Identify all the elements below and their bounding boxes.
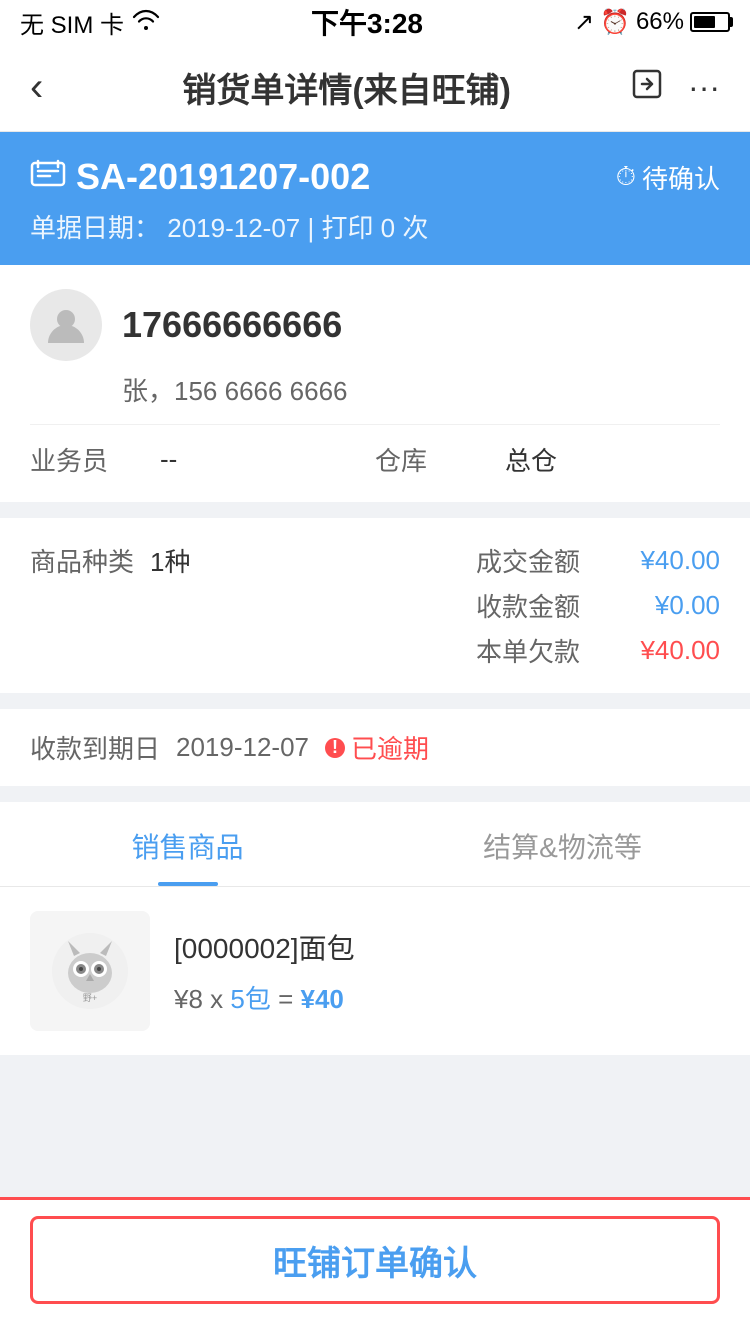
- summary-section: 商品种类 1种 成交金额 ¥40.00 收款金额 ¥0.00 本单欠款 ¥40.…: [0, 518, 750, 693]
- customer-name: 张，156 6666 6666: [30, 371, 720, 408]
- warehouse-label: 仓库: [375, 441, 495, 478]
- sales-value: --: [160, 444, 177, 475]
- product-thumbnail: 野+: [30, 911, 150, 1031]
- divider: [30, 424, 720, 425]
- status-right: ↗ ⏰ 66%: [574, 8, 730, 37]
- avatar: [30, 289, 102, 361]
- owed-row: 本单欠款 ¥40.00: [476, 632, 720, 669]
- battery-icon: [690, 12, 730, 32]
- due-section: 收款到期日 2019-12-07 ! 已逾期: [0, 709, 750, 786]
- order-icon: [30, 156, 66, 198]
- confirm-order-button[interactable]: 旺铺订单确认: [30, 1216, 720, 1304]
- received-label: 收款金额: [476, 587, 580, 624]
- status-left: 无 SIM 卡: [20, 5, 160, 40]
- customer-row: 17666666666: [30, 289, 720, 361]
- confirm-button-area: 旺铺订单确认: [0, 1197, 750, 1334]
- type-value: 1种: [150, 542, 190, 579]
- confirm-button-label: 旺铺订单确认: [273, 1236, 477, 1285]
- order-date: 2019-12-07: [167, 213, 300, 243]
- product-name: [0000002]面包: [174, 927, 720, 967]
- received-row: 收款金额 ¥0.00: [476, 587, 720, 624]
- order-header-top: SA-20191207-002 ⏱ 待确认: [30, 156, 720, 198]
- alarm-icon: ⏰: [600, 8, 630, 37]
- share-button[interactable]: [630, 67, 664, 109]
- overdue-icon: !: [325, 738, 345, 758]
- tab-settlement-label: 结算&物流等: [483, 832, 642, 863]
- more-button[interactable]: ···: [688, 69, 720, 106]
- product-qty: 5包: [230, 984, 270, 1014]
- nav-actions: ···: [630, 67, 720, 109]
- status-time: 下午3:28: [311, 2, 423, 42]
- product-section: 野+ [0000002]面包 ¥8 x 5包 = ¥40: [0, 887, 750, 1055]
- warehouse-group: 仓库 总仓: [375, 441, 720, 478]
- overdue-badge: ! 已逾期: [325, 729, 429, 766]
- tab-settlement[interactable]: 结算&物流等: [375, 802, 750, 886]
- order-id: SA-20191207-002: [30, 156, 370, 198]
- amount-row: 成交金额 ¥40.00: [476, 542, 720, 579]
- carrier-text: 无 SIM 卡: [20, 5, 124, 40]
- tab-products-label: 销售商品: [131, 832, 243, 863]
- received-value: ¥0.00: [600, 590, 720, 621]
- tabs-header: 销售商品 结算&物流等: [0, 802, 750, 887]
- product-total: ¥40: [301, 984, 344, 1014]
- svg-text:野+: 野+: [83, 993, 97, 1003]
- type-label: 商品种类: [30, 542, 134, 579]
- customer-info-row: 业务员 -- 仓库 总仓: [30, 441, 720, 478]
- order-status: ⏱ 待确认: [616, 159, 720, 196]
- summary-right: 成交金额 ¥40.00 收款金额 ¥0.00 本单欠款 ¥40.00: [476, 542, 720, 669]
- price-unit: ¥8: [174, 984, 203, 1014]
- due-date: 2019-12-07: [176, 732, 309, 763]
- tabs-section: 销售商品 结算&物流等: [0, 802, 750, 1055]
- back-button[interactable]: ‹: [30, 65, 43, 110]
- product-item: 野+ [0000002]面包 ¥8 x 5包 = ¥40: [30, 911, 720, 1031]
- status-bar: 无 SIM 卡 下午3:28 ↗ ⏰ 66%: [0, 0, 750, 44]
- status-clock-icon: ⏱: [616, 161, 636, 193]
- order-meta: 单据日期： 2019-12-07 | 打印 0 次: [30, 208, 720, 245]
- product-price: ¥8 x 5包 = ¥40: [174, 979, 720, 1016]
- warehouse-value: 总仓: [505, 441, 557, 478]
- owed-value: ¥40.00: [600, 635, 720, 666]
- order-header: SA-20191207-002 ⏱ 待确认 单据日期： 2019-12-07 |…: [0, 132, 750, 265]
- sales-label: 业务员: [30, 441, 150, 478]
- amount-label: 成交金额: [476, 542, 580, 579]
- product-info: [0000002]面包 ¥8 x 5包 = ¥40: [174, 927, 720, 1016]
- date-label: 单据日期：: [30, 213, 160, 243]
- sales-group: 业务员 --: [30, 441, 375, 478]
- tab-products[interactable]: 销售商品: [0, 802, 375, 886]
- multiply-sign: x: [210, 984, 230, 1014]
- owed-label: 本单欠款: [476, 632, 580, 669]
- wifi-icon: [132, 8, 160, 37]
- location-icon: ↗: [574, 8, 594, 37]
- customer-section: 17666666666 张，156 6666 6666 业务员 -- 仓库 总仓: [0, 265, 750, 502]
- battery-percent: 66%: [636, 8, 684, 36]
- equals-sign: =: [278, 984, 300, 1014]
- status-text: 待确认: [642, 159, 720, 196]
- customer-phone: 17666666666: [122, 304, 342, 346]
- due-label: 收款到期日: [30, 729, 160, 766]
- overdue-text: 已逾期: [351, 729, 429, 766]
- summary-left: 商品种类 1种: [30, 542, 476, 579]
- nav-bar: ‹ 销货单详情(来自旺铺) ···: [0, 44, 750, 132]
- order-id-text: SA-20191207-002: [76, 156, 370, 198]
- page-title: 销货单详情(来自旺铺): [63, 63, 630, 112]
- print-info: | 打印 0 次: [307, 213, 428, 243]
- amount-value: ¥40.00: [600, 545, 720, 576]
